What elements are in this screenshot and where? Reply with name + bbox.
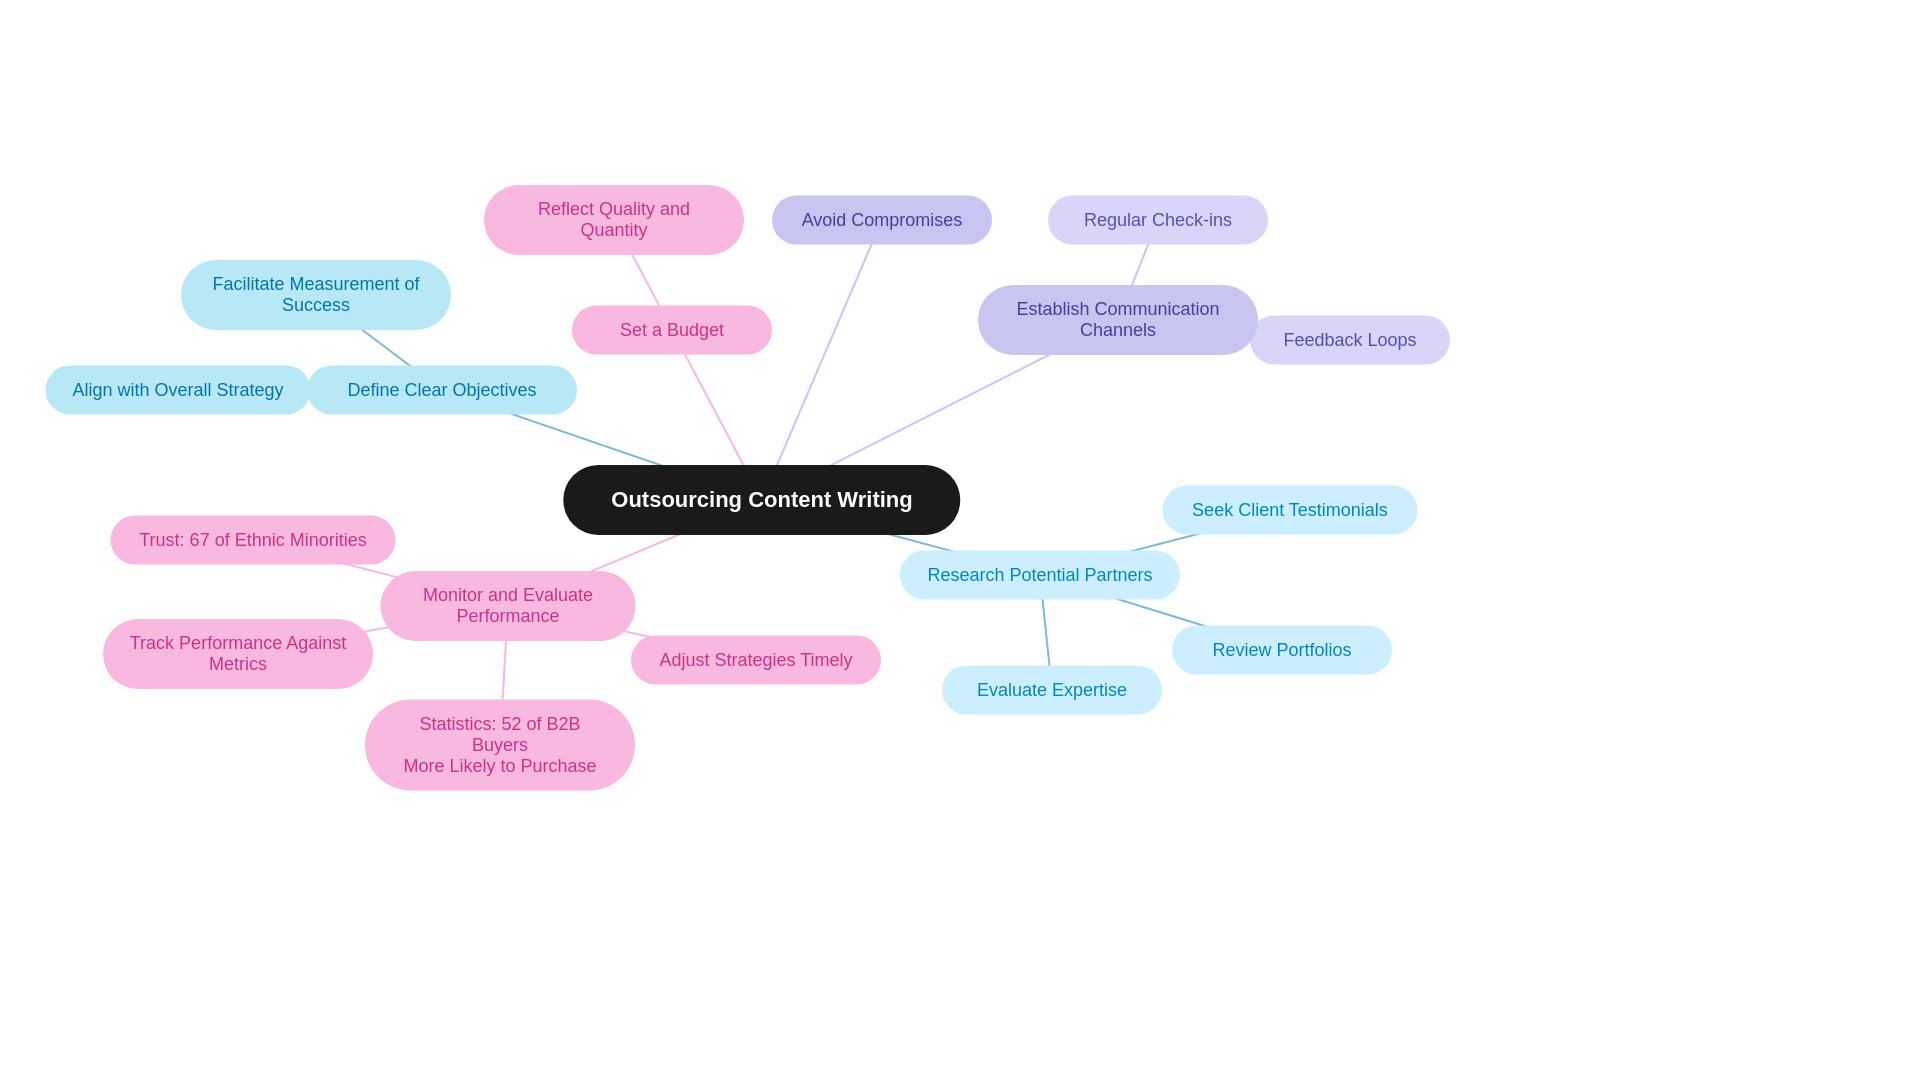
define-objectives-node[interactable]: Define Clear Objectives (307, 366, 577, 415)
evaluate-expertise-node[interactable]: Evaluate Expertise (942, 666, 1162, 715)
regular-checkins-node[interactable]: Regular Check-ins (1048, 196, 1268, 245)
feedback-loops-node[interactable]: Feedback Loops (1250, 316, 1450, 365)
reflect-quality-node[interactable]: Reflect Quality and Quantity (484, 185, 744, 255)
review-portfolios-node[interactable]: Review Portfolios (1172, 626, 1392, 675)
facilitate-measurement-node[interactable]: Facilitate Measurement of Success (181, 260, 451, 330)
establish-comm-node[interactable]: Establish Communication Channels (978, 285, 1258, 355)
adjust-strategies-node[interactable]: Adjust Strategies Timely (631, 636, 881, 685)
monitor-evaluate-node[interactable]: Monitor and Evaluate Performance (381, 571, 636, 641)
align-strategy-node[interactable]: Align with Overall Strategy (46, 366, 311, 415)
set-budget-node[interactable]: Set a Budget (572, 306, 772, 355)
seek-testimonials-node[interactable]: Seek Client Testimonials (1163, 486, 1418, 535)
track-performance-node[interactable]: Track Performance Against Metrics (103, 619, 373, 689)
svg-line-2 (762, 220, 882, 500)
center-node[interactable]: Outsourcing Content Writing (563, 465, 960, 535)
avoid-compromises-node[interactable]: Avoid Compromises (772, 196, 992, 245)
statistics-node[interactable]: Statistics: 52 of B2B Buyers More Likely… (365, 700, 635, 791)
research-partners-node[interactable]: Research Potential Partners (900, 551, 1180, 600)
trust-ethnic-node[interactable]: Trust: 67 of Ethnic Minorities (111, 516, 396, 565)
